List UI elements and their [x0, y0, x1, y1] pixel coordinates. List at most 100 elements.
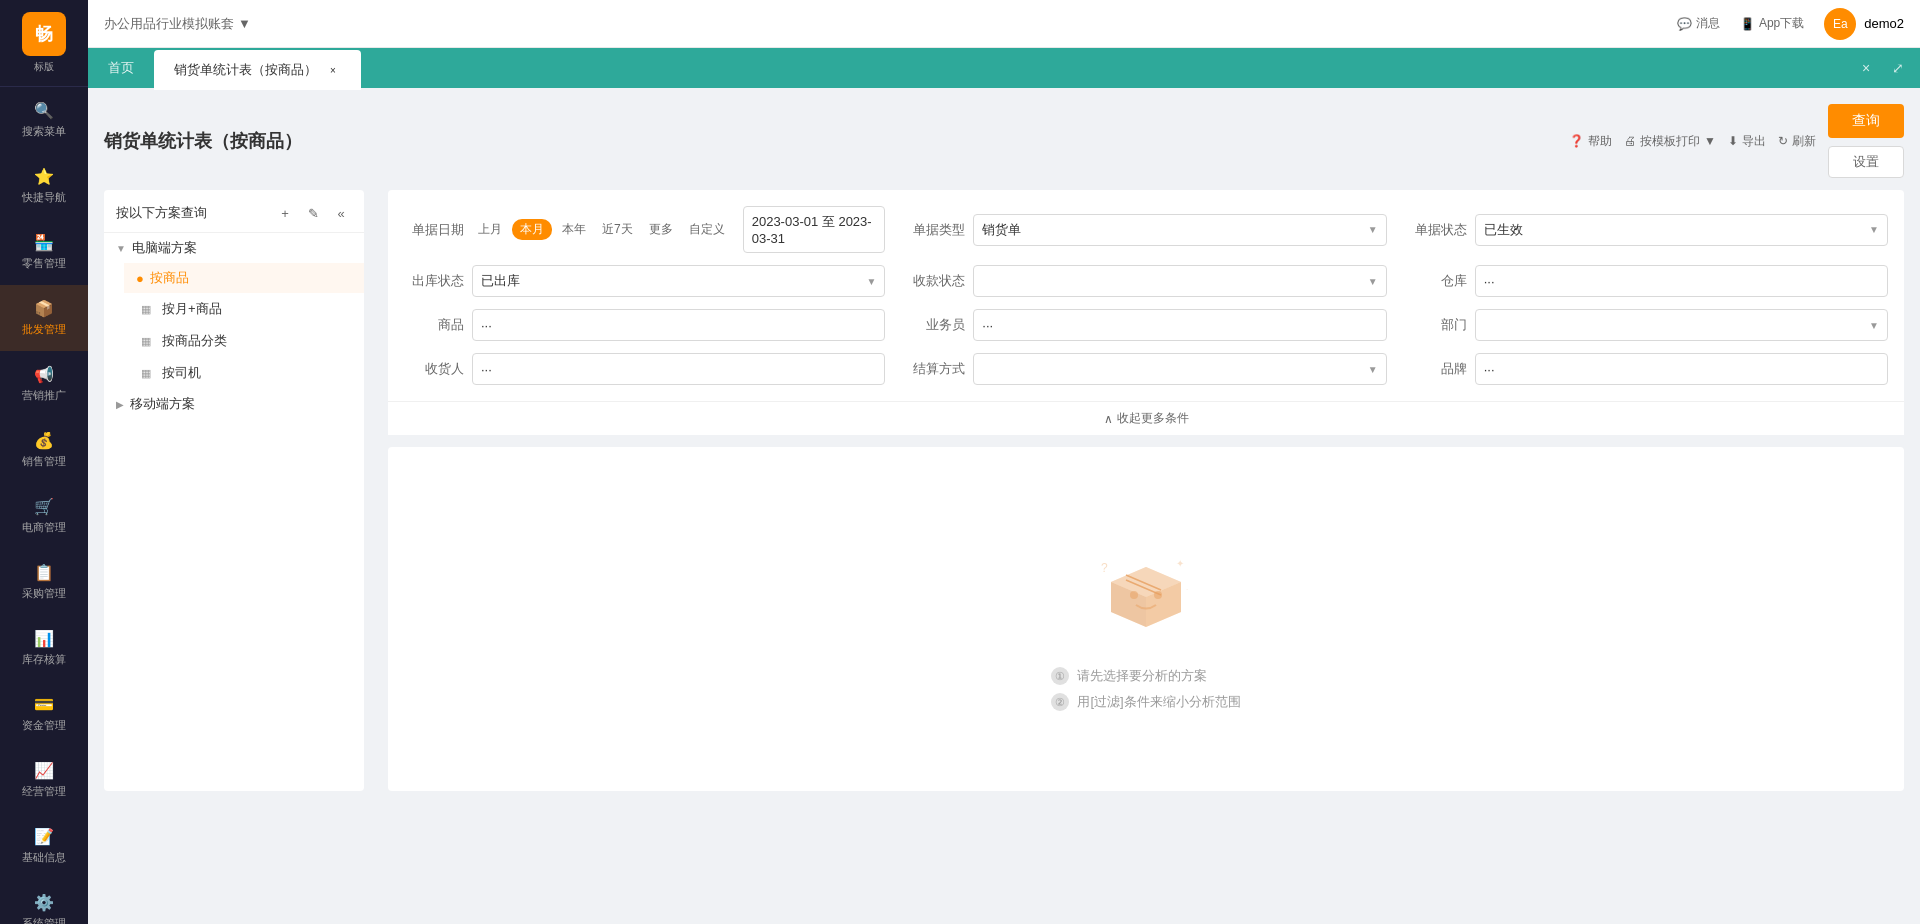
- topbar-arrow-icon[interactable]: ▼: [238, 16, 251, 31]
- filter-row-3: 商品 ··· 业务员 ···: [404, 309, 1888, 341]
- department-control[interactable]: ▼: [1475, 309, 1888, 341]
- filter-department: 部门 ▼: [1407, 309, 1888, 341]
- refresh-icon: ↻: [1778, 134, 1788, 148]
- marketing-icon: 📢: [34, 365, 54, 384]
- query-actions: 查询 设置: [1828, 104, 1904, 178]
- tab-home[interactable]: 首页: [88, 48, 154, 88]
- settlement-control[interactable]: ▼: [973, 353, 1386, 385]
- filter-brand: 品牌 ···: [1407, 353, 1888, 385]
- empty-state: ? ✦ · ① 请先选择要分析的方案 ②: [388, 447, 1904, 791]
- app-download-button[interactable]: 📱 App下载: [1740, 15, 1804, 32]
- tree-child-by-product-label: 按商品: [150, 269, 189, 287]
- sidebar-item-inventory[interactable]: 📊 库存核算: [0, 615, 88, 681]
- tree-desktop-node[interactable]: ▼ 电脑端方案: [104, 233, 364, 263]
- left-panel-actions: + ✎ «: [274, 202, 352, 224]
- out-status-label: 出库状态: [404, 272, 464, 290]
- help-icon: ❓: [1569, 134, 1584, 148]
- sidebar-item-sales-label: 销售管理: [22, 454, 66, 469]
- tip-num-2: ②: [1051, 693, 1069, 711]
- add-scheme-button[interactable]: +: [274, 202, 296, 224]
- shortcut-more[interactable]: 更多: [643, 219, 679, 240]
- sidebar-item-purchase[interactable]: 📋 采购管理: [0, 549, 88, 615]
- doc-status-value: 已生效: [1484, 221, 1523, 239]
- tree-child-by-category-label: 按商品分类: [162, 332, 227, 350]
- consignee-control[interactable]: ···: [472, 353, 885, 385]
- tree-mobile-node[interactable]: ▶ 移动端方案: [104, 389, 364, 419]
- sidebar-item-retail[interactable]: 🏪 零售管理: [0, 219, 88, 285]
- scheme-icon-1: ▦: [136, 299, 156, 319]
- sidebar-logo: 畅 标版: [0, 0, 88, 87]
- tree-child-by-machine[interactable]: ▦ 按司机: [124, 357, 364, 389]
- collapse-button[interactable]: ∧ 收起更多条件: [388, 401, 1904, 435]
- sidebar-item-search-label: 搜索菜单: [22, 124, 66, 139]
- window-maximize-button[interactable]: ⤢: [1884, 54, 1912, 82]
- date-shortcuts: 上月 本月 本年 近7天 更多 自定义: [472, 219, 731, 240]
- settings-button[interactable]: 设置: [1828, 146, 1904, 178]
- shortcut-custom[interactable]: 自定义: [683, 219, 731, 240]
- salesperson-control[interactable]: ···: [973, 309, 1386, 341]
- sidebar-item-search[interactable]: 🔍 搜索菜单: [0, 87, 88, 153]
- sidebar-item-wholesale[interactable]: 📦 批发管理: [0, 285, 88, 351]
- export-button[interactable]: ⬇ 导出: [1728, 133, 1766, 150]
- page: 销货单统计表（按商品） ❓ 帮助 🖨 按模板打印 ▼ ⬇ 导出: [88, 88, 1920, 807]
- tab-active[interactable]: 销货单统计表（按商品） ×: [154, 50, 361, 90]
- settlement-label: 结算方式: [905, 360, 965, 378]
- shortcut-this-year[interactable]: 本年: [556, 219, 592, 240]
- svg-text:?: ?: [1101, 561, 1108, 575]
- tree-child-by-product[interactable]: ● 按商品: [124, 263, 364, 293]
- department-label: 部门: [1407, 316, 1467, 334]
- expand-icon: ▼: [116, 243, 126, 254]
- help-button[interactable]: ❓ 帮助: [1569, 133, 1612, 150]
- filter-product: 商品 ···: [404, 309, 885, 341]
- collapse-panel-button[interactable]: «: [330, 202, 352, 224]
- filter-section: 单据日期 上月 本月 本年 近7天 更多 自定义: [388, 190, 1904, 435]
- empty-illustration: ? ✦ ·: [1086, 527, 1206, 647]
- sidebar-item-sales[interactable]: 💰 销售管理: [0, 417, 88, 483]
- message-icon: 💬: [1677, 17, 1692, 31]
- tree-desktop-label: 电脑端方案: [132, 239, 197, 257]
- user-info[interactable]: Ea demo2: [1824, 8, 1904, 40]
- sidebar-item-basic[interactable]: 📝 基础信息: [0, 813, 88, 879]
- receive-status-control[interactable]: ▼: [973, 265, 1386, 297]
- filter-salesperson: 业务员 ···: [905, 309, 1386, 341]
- shortcut-this-month[interactable]: 本月: [512, 219, 552, 240]
- export-icon: ⬇: [1728, 134, 1738, 148]
- filter-settlement: 结算方式 ▼: [905, 353, 1386, 385]
- sidebar-item-system[interactable]: ⚙️ 系统管理: [0, 879, 88, 924]
- tree-child-by-category[interactable]: ▦ 按商品分类: [124, 325, 364, 357]
- right-area: 单据日期 上月 本月 本年 近7天 更多 自定义: [388, 190, 1904, 791]
- refresh-button[interactable]: ↻ 刷新: [1778, 133, 1816, 150]
- tree-child-by-month-product[interactable]: ▦ 按月+商品: [124, 293, 364, 325]
- mobile-expand-icon: ▶: [116, 399, 124, 410]
- sidebar-item-marketing[interactable]: 📢 营销推广: [0, 351, 88, 417]
- sidebar-item-operations[interactable]: 📈 经营管理: [0, 747, 88, 813]
- query-button[interactable]: 查询: [1828, 104, 1904, 138]
- purchase-icon: 📋: [34, 563, 54, 582]
- doc-type-arrow-icon: ▼: [1368, 224, 1378, 235]
- scheme-icon-2: ▦: [136, 331, 156, 351]
- main-area: 办公用品行业模拟账套 ▼ 💬 消息 📱 App下载 Ea demo2 首页: [88, 0, 1920, 924]
- warehouse-control[interactable]: ···: [1475, 265, 1888, 297]
- edit-scheme-button[interactable]: ✎: [302, 202, 324, 224]
- print-arrow-icon: ▼: [1704, 134, 1716, 148]
- topbar: 办公用品行业模拟账套 ▼ 💬 消息 📱 App下载 Ea demo2: [88, 0, 1920, 48]
- page-actions: ❓ 帮助 🖨 按模板打印 ▼ ⬇ 导出 ↻ 刷新: [1569, 104, 1904, 178]
- doc-type-control[interactable]: 销货单 ▼: [973, 214, 1386, 246]
- date-range-control[interactable]: 2023-03-01 至 2023-03-31: [743, 206, 886, 253]
- sidebar-item-quick-nav[interactable]: ⭐ 快捷导航: [0, 153, 88, 219]
- brand-control[interactable]: ···: [1475, 353, 1888, 385]
- tree-child-by-machine-label: 按司机: [162, 364, 201, 382]
- shortcut-7days[interactable]: 近7天: [596, 219, 639, 240]
- sidebar-item-ecom[interactable]: 🛒 电商管理: [0, 483, 88, 549]
- svg-text:✦: ✦: [1176, 558, 1184, 569]
- template-print-button[interactable]: 🖨 按模板打印 ▼: [1624, 133, 1716, 150]
- window-close-button[interactable]: ×: [1852, 54, 1880, 82]
- shortcut-last-month[interactable]: 上月: [472, 219, 508, 240]
- tab-close-button[interactable]: ×: [325, 62, 341, 78]
- out-status-control[interactable]: 已出库 ▼: [472, 265, 885, 297]
- sidebar-item-finance[interactable]: 💳 资金管理: [0, 681, 88, 747]
- doc-status-control[interactable]: 已生效 ▼: [1475, 214, 1888, 246]
- retail-icon: 🏪: [34, 233, 54, 252]
- message-button[interactable]: 💬 消息: [1677, 15, 1720, 32]
- product-control[interactable]: ···: [472, 309, 885, 341]
